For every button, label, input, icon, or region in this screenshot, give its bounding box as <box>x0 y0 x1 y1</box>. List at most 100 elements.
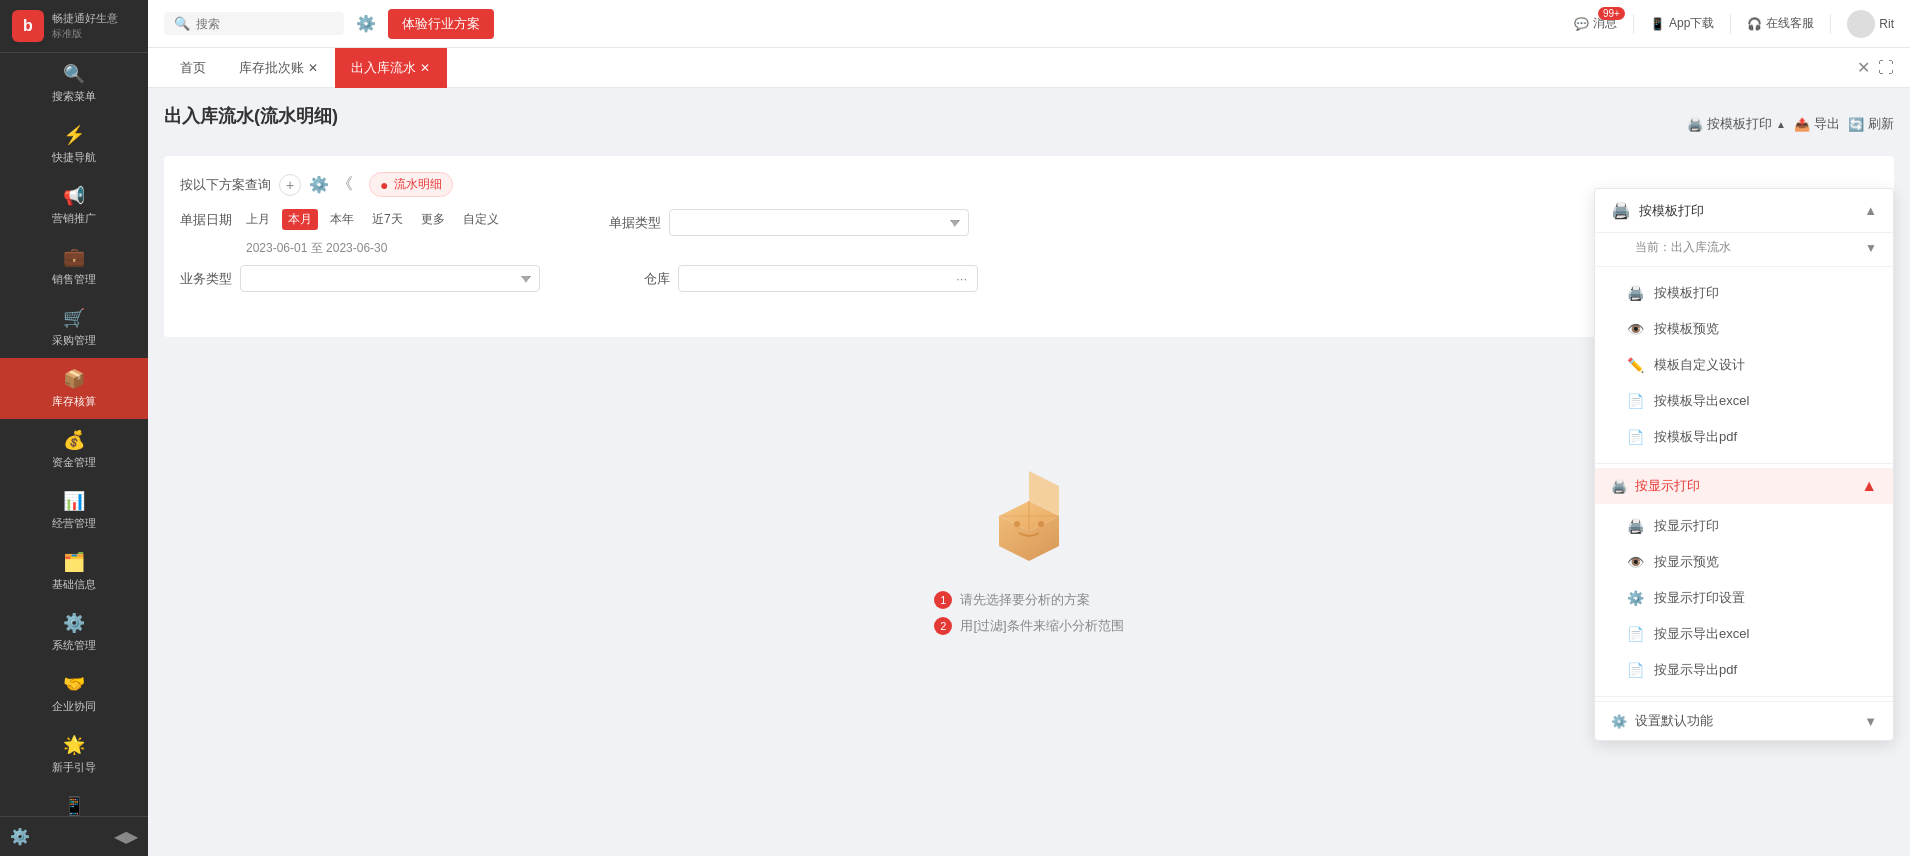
sidebar-item-purchase[interactable]: 🛒 采购管理 <box>0 297 148 358</box>
search-input[interactable] <box>196 17 334 31</box>
filter-collapse-icon[interactable]: 《 <box>337 174 353 195</box>
tabbar-controls: ✕ ⛶ <box>1857 58 1894 77</box>
sidebar-item-search[interactable]: 🔍 搜索菜单 <box>0 53 148 114</box>
tab-close-all-icon[interactable]: ✕ <box>1857 58 1870 77</box>
business-type-select[interactable] <box>240 265 540 292</box>
sidebar-nav: 🔍 搜索菜单 ⚡ 快捷导航 📢 营销推广 💼 销售管理 🛒 采购管理 📦 <box>0 53 148 816</box>
settings-bottom-icon[interactable]: ⚙️ <box>10 827 30 846</box>
date-last-month[interactable]: 上月 <box>240 209 276 230</box>
display-preview-icon: 👁️ <box>1627 554 1644 570</box>
sidebar-item-enterprise[interactable]: 🤝 企业协同 <box>0 663 148 724</box>
filter-settings-icon[interactable]: ⚙️ <box>309 175 329 194</box>
tab-expand-icon[interactable]: ⛶ <box>1878 59 1894 77</box>
empty-hints: 1 请先选择要分析的方案 2 用[过滤]条件来缩小分析范围 <box>934 591 1123 635</box>
sidebar-item-finance[interactable]: 💰 资金管理 <box>0 419 148 480</box>
template-print-icon: 🖨️ <box>1627 285 1644 301</box>
dropdown-item-display-excel[interactable]: 📄 按显示导出excel <box>1595 616 1893 652</box>
dropdown-sep-1 <box>1595 266 1893 267</box>
svg-point-5 <box>1014 521 1020 527</box>
empty-state-image <box>979 471 1079 571</box>
message-icon: 💬 <box>1574 17 1589 31</box>
tab-flow-close[interactable]: ✕ <box>420 61 430 75</box>
sidebar-item-appstore[interactable]: 📱 应用中心 <box>0 785 148 816</box>
print-template-button[interactable]: 🖨️ 按模板打印 ▲ <box>1687 115 1786 133</box>
dropdown-collapse-button[interactable]: ▲ <box>1864 203 1877 218</box>
warehouse-input[interactable]: ··· <box>678 265 978 292</box>
display-excel-label: 按显示导出excel <box>1654 625 1749 643</box>
hint-item-1: 1 请先选择要分析的方案 <box>934 591 1123 609</box>
tab-batch[interactable]: 库存批次账 ✕ <box>223 48 335 88</box>
date-more[interactable]: 更多 <box>415 209 451 230</box>
warehouse-more-icon[interactable]: ··· <box>956 271 967 286</box>
refresh-button[interactable]: 🔄 刷新 <box>1848 115 1894 133</box>
dropdown-item-display-print[interactable]: 🖨️ 按显示打印 <box>1595 508 1893 544</box>
sidebar-item-system[interactable]: ⚙️ 系统管理 <box>0 602 148 663</box>
sidebar-item-operation[interactable]: 📊 经营管理 <box>0 480 148 541</box>
sidebar-item-basic[interactable]: 🗂️ 基础信息 <box>0 541 148 602</box>
template-pdf-label: 按模板导出pdf <box>1654 428 1737 446</box>
logo-icon: b <box>12 10 44 42</box>
sidebar-item-marketing[interactable]: 📢 营销推广 <box>0 175 148 236</box>
user-avatar[interactable]: Rit <box>1847 10 1894 38</box>
filter-tag-label: 流水明细 <box>394 176 442 193</box>
dropdown-footer[interactable]: ⚙️ 设置默认功能 ▼ <box>1595 701 1893 740</box>
dropdown-item-display-preview[interactable]: 👁️ 按显示预览 <box>1595 544 1893 580</box>
dropdown-item-template-print[interactable]: 🖨️ 按模板打印 <box>1595 275 1893 311</box>
trial-button[interactable]: 体验行业方案 <box>388 9 494 39</box>
date-last7days[interactable]: 近7天 <box>366 209 409 230</box>
tab-home[interactable]: 首页 <box>164 48 223 88</box>
divider2 <box>1730 14 1731 34</box>
dropdown-item-template-custom[interactable]: ✏️ 模板自定义设计 <box>1595 347 1893 383</box>
export-icon: 📤 <box>1794 117 1810 132</box>
date-current-month[interactable]: 本月 <box>282 209 318 230</box>
date-options: 上月 本月 本年 近7天 更多 自定义 <box>240 209 505 230</box>
topbar-gear-icon[interactable]: ⚙️ <box>356 14 376 33</box>
topbar-search-box[interactable]: 🔍 <box>164 12 344 35</box>
sidebar-bottom: ⚙️ ◀▶ <box>0 816 148 856</box>
sidebar-item-sales[interactable]: 💼 销售管理 <box>0 236 148 297</box>
online-service-label: 在线客服 <box>1766 15 1814 32</box>
dropdown-title: 🖨️ 按模板打印 <box>1611 201 1704 220</box>
date-custom[interactable]: 自定义 <box>457 209 505 230</box>
dropdown-display-print-header[interactable]: 🖨️ 按显示打印 ▲ <box>1595 468 1893 504</box>
app-logo: b 畅捷通好生意 标准版 <box>0 0 148 53</box>
filter-business-type-item: 业务类型 ▼ <box>180 265 540 292</box>
tab-batch-close[interactable]: ✕ <box>308 61 318 75</box>
tab-flow[interactable]: 出入库流水 ✕ <box>335 48 447 88</box>
template-print-label: 按模板打印 <box>1654 284 1719 302</box>
svg-point-6 <box>1038 521 1044 527</box>
headset-icon: 🎧 <box>1747 17 1762 31</box>
display-print-header-arrow: ▲ <box>1861 477 1877 495</box>
dropdown-item-display-pdf[interactable]: 📄 按显示导出pdf <box>1595 652 1893 688</box>
sidebar-item-guide[interactable]: 🌟 新手引导 <box>0 724 148 785</box>
app-title: 畅捷通好生意 <box>52 11 118 26</box>
sidebar: b 畅捷通好生意 标准版 🔍 搜索菜单 ⚡ 快捷导航 📢 营销推广 💼 <box>0 0 148 856</box>
message-button[interactable]: 💬 消息 99+ <box>1574 15 1617 32</box>
dropdown-item-template-excel[interactable]: 📄 按模板导出excel <box>1595 383 1893 419</box>
dropdown-template-section: 🖨️ 按模板打印 👁️ 按模板预览 ✏️ 模板自定义设计 📄 按模板导出exce… <box>1595 271 1893 459</box>
filter-add-button[interactable]: + <box>279 174 301 196</box>
filter-bill-type-item: 单据类型 ▼ <box>609 209 969 236</box>
filter-warehouse-item: 仓库 ··· <box>644 265 978 292</box>
online-service-button[interactable]: 🎧 在线客服 <box>1747 15 1814 32</box>
refresh-icon: 🔄 <box>1848 117 1864 132</box>
dropdown-item-display-settings[interactable]: ⚙️ 按显示打印设置 <box>1595 580 1893 616</box>
app-download-button[interactable]: 📱 App下载 <box>1650 15 1714 32</box>
collapse-icon[interactable]: ◀▶ <box>114 827 138 846</box>
print-label: 按模板打印 <box>1707 115 1772 133</box>
sidebar-item-inventory[interactable]: 📦 库存核算 <box>0 358 148 419</box>
dropdown-item-template-preview[interactable]: 👁️ 按模板预览 <box>1595 311 1893 347</box>
export-button[interactable]: 📤 导出 <box>1794 115 1840 133</box>
date-current-year[interactable]: 本年 <box>324 209 360 230</box>
display-preview-label: 按显示预览 <box>1654 553 1719 571</box>
display-settings-label: 按显示打印设置 <box>1654 589 1745 607</box>
tab-flow-label: 出入库流水 <box>351 59 416 77</box>
sidebar-item-quicknav[interactable]: ⚡ 快捷导航 <box>0 114 148 175</box>
template-preview-icon: 👁️ <box>1627 321 1644 337</box>
sidebar-label-search: 搜索菜单 <box>52 89 96 104</box>
page-content: 出入库流水(流水明细) 🖨️ 按模板打印 ▲ 📤 导出 🔄 刷新 <box>148 88 1910 856</box>
warehouse-label: 仓库 <box>644 270 670 288</box>
dropdown-item-template-pdf[interactable]: 📄 按模板导出pdf <box>1595 419 1893 455</box>
hint-text-2: 用[过滤]条件来缩小分析范围 <box>960 617 1123 635</box>
bill-type-select[interactable] <box>669 209 969 236</box>
